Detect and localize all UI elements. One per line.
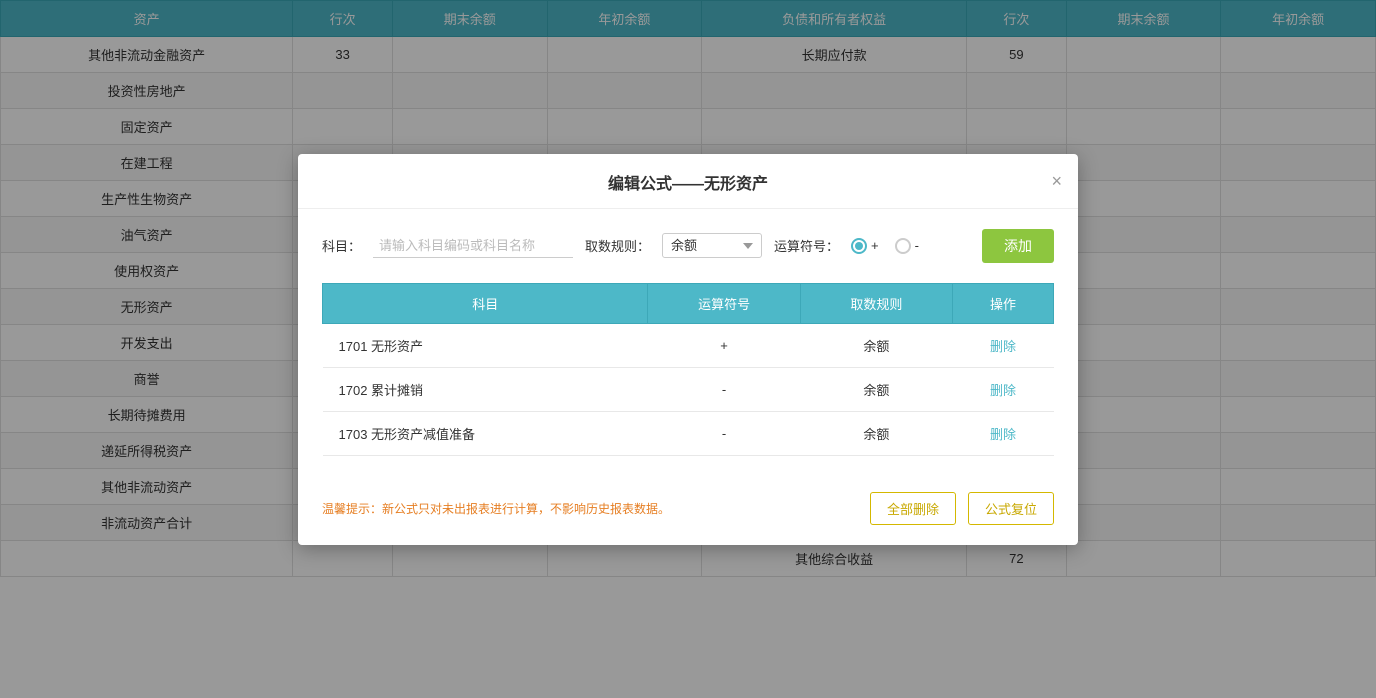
- operator-radio-group: + -: [851, 238, 919, 254]
- cell-subject: 1701 无形资产: [323, 323, 648, 367]
- cell-rule: 余额: [800, 323, 952, 367]
- table-row: 1701 无形资产+余额 删除: [323, 323, 1054, 367]
- rule-label: 取数规则：: [585, 236, 650, 255]
- th-rule: 取数规则: [800, 283, 952, 323]
- cell-operator: -: [648, 411, 800, 455]
- rule-select[interactable]: 余额 借方发生额 贷方发生额: [662, 233, 762, 258]
- form-row: 科目： 取数规则： 余额 借方发生额 贷方发生额 运算符号： +: [322, 229, 1054, 263]
- formula-table: 科目 运算符号 取数规则 操作 1701 无形资产+余额删除1702 累计摊销-…: [322, 283, 1054, 456]
- cell-rule: 余额: [800, 367, 952, 411]
- th-subject: 科目: [323, 283, 648, 323]
- cell-action: 删除: [953, 323, 1054, 367]
- modal-body: 科目： 取数规则： 余额 借方发生额 贷方发生额 运算符号： +: [298, 209, 1078, 476]
- table-row: 1703 无形资产减值准备-余额 删除: [323, 411, 1054, 455]
- modal-header: 编辑公式——无形资产 ×: [298, 154, 1078, 209]
- tip-text: 温馨提示：新公式只对未出报表进行计算，不影响历史报表数据。: [322, 500, 670, 517]
- cell-action: 删除: [953, 367, 1054, 411]
- cell-subject: 1702 累计摊销: [323, 367, 648, 411]
- modal-title: 编辑公式——无形资产: [608, 176, 768, 193]
- th-operator: 运算符号: [648, 283, 800, 323]
- delete-row-link[interactable]: 删除: [990, 383, 1016, 398]
- subject-input[interactable]: [373, 234, 573, 258]
- modal-footer: 温馨提示：新公式只对未出报表进行计算，不影响历史报表数据。 全部删除 公式复位: [298, 476, 1078, 545]
- cell-action: 删除: [953, 411, 1054, 455]
- operator-label: 运算符号：: [774, 236, 839, 255]
- modal-close-button[interactable]: ×: [1051, 172, 1062, 190]
- modal-dialog: 编辑公式——无形资产 × 科目： 取数规则： 余额 借方发生额 贷方发生额 运算…: [298, 154, 1078, 545]
- delete-row-link[interactable]: 删除: [990, 427, 1016, 442]
- cell-operator: +: [648, 323, 800, 367]
- radio-minus[interactable]: -: [895, 238, 919, 254]
- reset-formula-button[interactable]: 公式复位: [968, 492, 1054, 525]
- cell-rule: 余额: [800, 411, 952, 455]
- rule-select-wrapper: 余额 借方发生额 贷方发生额: [662, 233, 762, 258]
- radio-minus-circle: [895, 238, 911, 254]
- cell-operator: -: [648, 367, 800, 411]
- delete-row-link[interactable]: 删除: [990, 339, 1016, 354]
- table-row: 1702 累计摊销-余额 删除: [323, 367, 1054, 411]
- delete-all-button[interactable]: 全部删除: [870, 492, 956, 525]
- table-header-row: 科目 运算符号 取数规则 操作: [323, 283, 1054, 323]
- radio-minus-label: -: [915, 238, 919, 253]
- cell-subject: 1703 无形资产减值准备: [323, 411, 648, 455]
- radio-plus-circle: [851, 238, 867, 254]
- th-action: 操作: [953, 283, 1054, 323]
- radio-plus[interactable]: +: [851, 238, 879, 254]
- modal-overlay: 编辑公式——无形资产 × 科目： 取数规则： 余额 借方发生额 贷方发生额 运算…: [0, 0, 1376, 698]
- footer-buttons: 全部删除 公式复位: [870, 492, 1054, 525]
- subject-label: 科目：: [322, 236, 361, 255]
- add-button[interactable]: 添加: [982, 229, 1054, 263]
- radio-plus-label: +: [871, 238, 879, 253]
